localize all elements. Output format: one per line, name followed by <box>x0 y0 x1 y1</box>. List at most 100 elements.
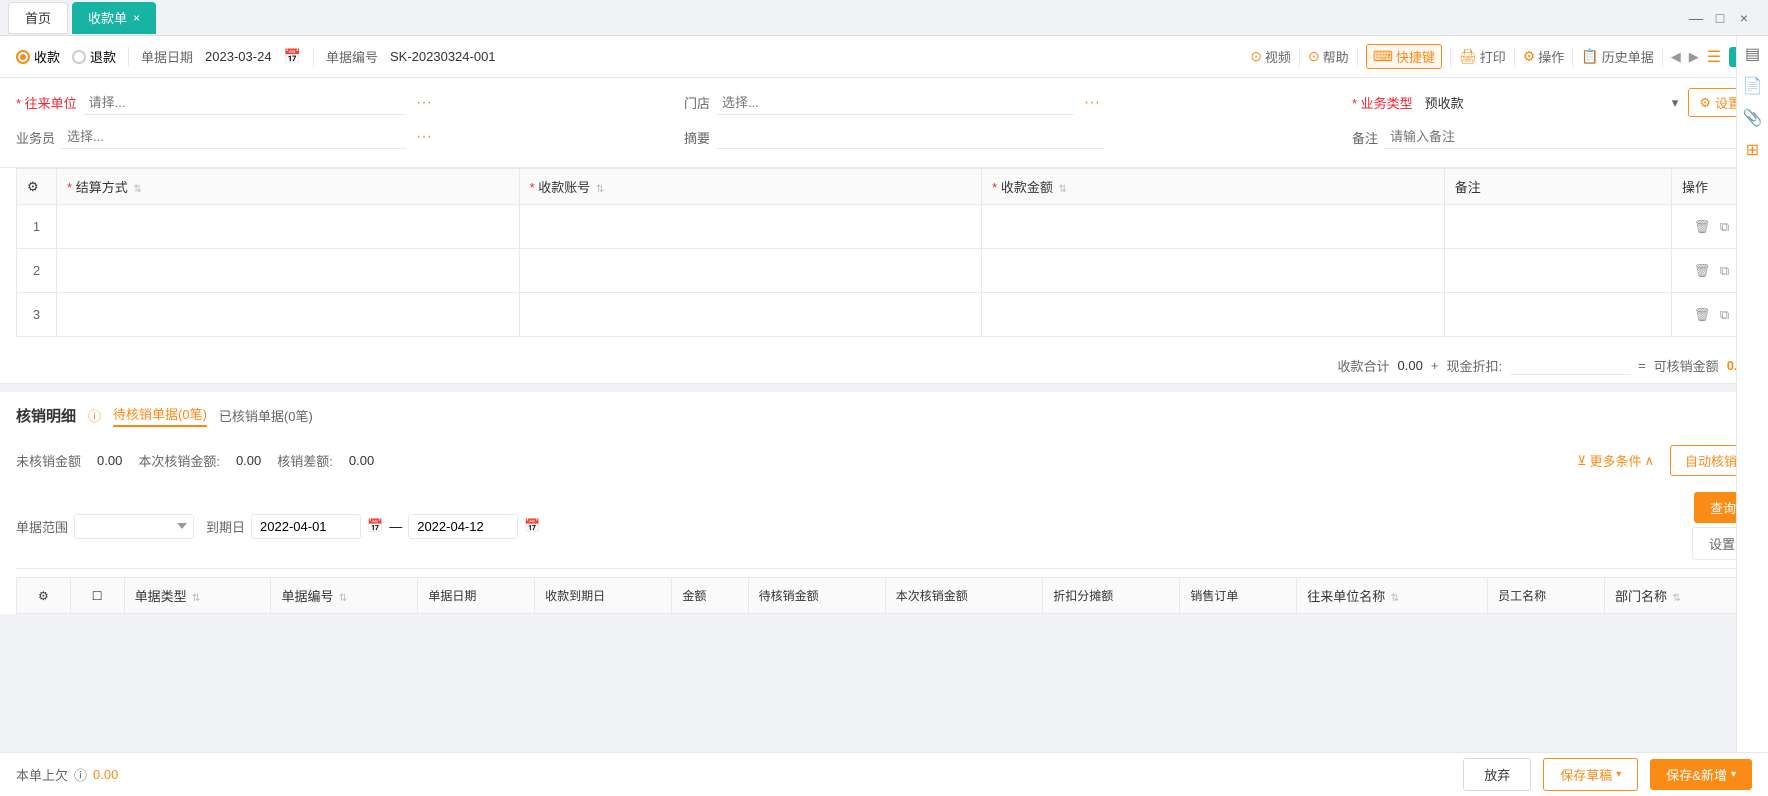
sum-plus: + <box>1431 358 1439 373</box>
vth-checkbox[interactable]: ☐ <box>70 578 124 614</box>
list-view-icon[interactable]: ☰ <box>1707 47 1721 67</box>
store-more-icon[interactable]: ··· <box>1080 94 1104 112</box>
row-3-delete-icon[interactable]: 🗑 <box>1694 307 1711 322</box>
row-2-amount[interactable] <box>982 249 1445 293</box>
date-value[interactable]: 2023-03-24 <box>205 49 272 64</box>
vth-staff: 员工名称 <box>1488 578 1605 614</box>
verify-tab-pending[interactable]: 待核销单据(0笔) <box>113 404 207 427</box>
side-doc-icon[interactable]: 📄 <box>1743 76 1763 96</box>
row-3-remark[interactable] <box>1444 293 1671 337</box>
tab-close-icon[interactable]: × <box>133 11 140 25</box>
save-draft-label: 保存草稿 <box>1560 765 1612 784</box>
verify-table-header: ⚙ ☐ 单据类型 ⇅ 单据编号 ⇅ 单据日期 收款到期日 金额 待核销金额 本次… <box>17 578 1752 614</box>
save-draft-caret[interactable]: ▾ <box>1616 769 1621 780</box>
video-action[interactable]: ⊙ 视频 <box>1250 47 1291 66</box>
discount-input[interactable] <box>1510 355 1630 375</box>
date-to-input[interactable] <box>408 514 518 539</box>
more-conditions-btn[interactable]: ⊻ 更多条件 ∧ <box>1577 451 1654 470</box>
side-clip-icon[interactable]: 📎 <box>1743 108 1763 128</box>
store-field: 门店 ··· <box>684 91 1104 115</box>
sort-account-icon[interactable]: ⇅ <box>596 184 604 195</box>
row-2-settlement[interactable] <box>57 249 520 293</box>
number-value[interactable]: SK-20230324-001 <box>390 49 496 64</box>
range-field: 单据范围 <box>16 514 194 539</box>
sort-number-icon[interactable]: ⇅ <box>339 593 347 604</box>
divider2 <box>313 47 314 67</box>
diff-label: 核销差额: <box>277 451 333 470</box>
print-action[interactable]: 🖨 打印 <box>1459 47 1506 66</box>
close-button[interactable]: × <box>1736 10 1752 26</box>
calendar-to-icon[interactable]: 📅 <box>524 518 540 534</box>
sort-settlement-icon[interactable]: ⇅ <box>133 184 141 195</box>
counterpart-more-icon[interactable]: ··· <box>412 94 436 112</box>
shortcut-label: 快捷键 <box>1396 47 1435 66</box>
row-2-copy-icon[interactable]: ⧉ <box>1720 263 1729 278</box>
save-draft-button[interactable]: 保存草稿 ▾ <box>1543 758 1638 791</box>
row-2-account[interactable] <box>519 249 982 293</box>
sort-counterpart-icon[interactable]: ⇅ <box>1391 593 1399 604</box>
staff-label: 业务员 <box>16 128 55 147</box>
help-action[interactable]: ⊙ 帮助 <box>1308 47 1349 66</box>
row-3-num: 3 <box>17 293 57 337</box>
remark-input[interactable] <box>1384 125 1752 149</box>
nav-next[interactable]: ▶ <box>1689 49 1699 65</box>
business-type-value[interactable]: 预收款 <box>1419 89 1662 116</box>
row-1-remark[interactable] <box>1444 205 1671 249</box>
calendar-from-icon[interactable]: 📅 <box>367 518 383 534</box>
th-settings[interactable]: ⚙ <box>17 169 57 205</box>
counterpart-input[interactable] <box>83 91 406 115</box>
calendar-icon[interactable]: 📅 <box>284 48 301 65</box>
business-type-dropdown-icon[interactable]: ▾ <box>1668 95 1683 111</box>
vth-settings[interactable]: ⚙ <box>17 578 71 614</box>
row-1-account[interactable] <box>519 205 982 249</box>
minimize-button[interactable]: — <box>1688 10 1704 26</box>
row-1-settlement[interactable] <box>57 205 520 249</box>
row-1-amount[interactable] <box>982 205 1445 249</box>
abandon-button[interactable]: 放弃 <box>1463 758 1531 791</box>
tab-active[interactable]: 收款单 × <box>72 2 156 34</box>
staff-more-icon[interactable]: ··· <box>412 128 436 146</box>
radio-refund[interactable]: 退款 <box>72 47 116 66</box>
row-1-delete-icon[interactable]: 🗑 <box>1694 219 1711 234</box>
maximize-button[interactable]: □ <box>1712 10 1728 26</box>
vth-current: 本次核销金额 <box>885 578 1042 614</box>
form-row-1: * 往来单位 ··· 门店 ··· * 业务类型 预收款 ▾ ⚙ 设置 <box>16 88 1752 117</box>
date-from-input[interactable] <box>251 514 361 539</box>
side-table-icon[interactable]: ▤ <box>1745 44 1760 64</box>
bottom-hint-icon: ⓘ <box>74 765 87 784</box>
save-new-caret[interactable]: ▾ <box>1731 769 1736 780</box>
row-3-copy-icon[interactable]: ⧉ <box>1720 307 1729 322</box>
table-settings-icon[interactable]: ⚙ <box>27 179 39 194</box>
row-2-remark[interactable] <box>1444 249 1671 293</box>
sort-dept-icon[interactable]: ⇅ <box>1672 593 1680 604</box>
nav-prev[interactable]: ◀ <box>1671 49 1681 65</box>
table-row: 1 🗑 ⧉ <box>17 205 1752 249</box>
range-label: 单据范围 <box>16 517 68 536</box>
verify-tab-done[interactable]: 已核销单据(0笔) <box>219 406 313 425</box>
row-3-amount[interactable] <box>982 293 1445 337</box>
sort-amount-icon[interactable]: ⇅ <box>1058 184 1066 195</box>
tab-home[interactable]: 首页 <box>8 2 68 34</box>
row-2-delete-icon[interactable]: 🗑 <box>1694 263 1711 278</box>
vth-discount: 折扣分摊额 <box>1043 578 1180 614</box>
shortcut-action[interactable]: ⌨ 快捷键 <box>1366 44 1442 69</box>
row-3-settlement[interactable] <box>57 293 520 337</box>
operation-icon: ⚙ <box>1523 48 1536 65</box>
radio-receipt[interactable]: 收款 <box>16 47 60 66</box>
verify-info-icon[interactable]: ⓘ <box>88 406 101 425</box>
operation-action[interactable]: ⚙ 操作 <box>1523 47 1565 66</box>
verify-table: ⚙ ☐ 单据类型 ⇅ 单据编号 ⇅ 单据日期 收款到期日 金额 待核销金额 本次… <box>16 577 1752 614</box>
sort-type-icon[interactable]: ⇅ <box>192 593 200 604</box>
th-account: * 收款账号 ⇅ <box>519 169 982 205</box>
save-new-button[interactable]: 保存&新增 ▾ <box>1650 759 1752 790</box>
range-select[interactable] <box>74 514 194 539</box>
row-1-copy-icon[interactable]: ⧉ <box>1720 219 1729 234</box>
summary-input[interactable] <box>716 125 1104 149</box>
store-input[interactable] <box>716 91 1074 115</box>
radio-receipt-dot <box>16 50 30 64</box>
summary-label: 摘要 <box>684 128 710 147</box>
row-3-account[interactable] <box>519 293 982 337</box>
staff-input[interactable] <box>61 125 406 149</box>
side-active-icon[interactable]: ⊞ <box>1746 140 1759 160</box>
history-action[interactable]: 📋 历史单据 <box>1581 47 1653 66</box>
